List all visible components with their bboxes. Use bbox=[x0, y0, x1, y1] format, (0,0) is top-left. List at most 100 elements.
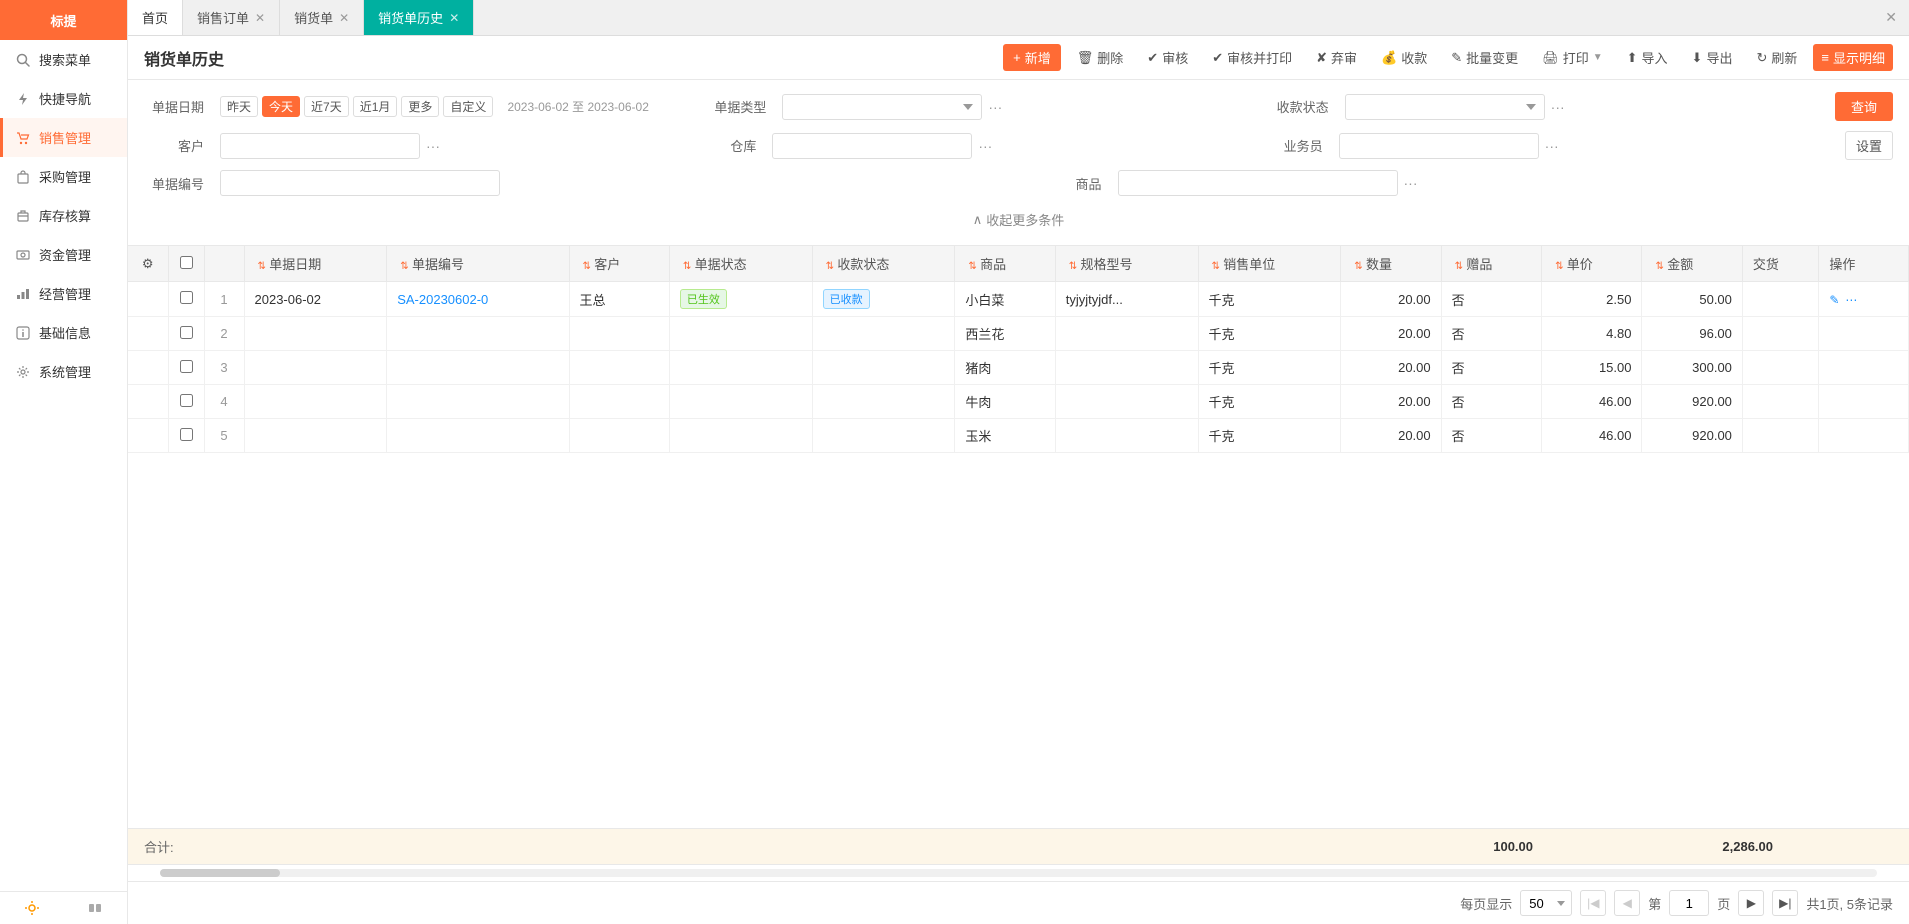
warehouse-input[interactable] bbox=[772, 133, 972, 159]
col-goods-header[interactable]: ⇅ 商品 bbox=[955, 246, 1055, 282]
sidebar-item-quick-nav[interactable]: 快捷导航 bbox=[0, 79, 127, 118]
row-delivery-cell bbox=[1742, 419, 1818, 453]
last-page-btn[interactable]: ▶| bbox=[1772, 890, 1798, 916]
row-date-cell: 2023-06-02 bbox=[244, 282, 387, 317]
tab-home[interactable]: 首页 bbox=[128, 0, 183, 35]
select-all-checkbox[interactable] bbox=[180, 256, 193, 269]
horizontal-scrollbar[interactable] bbox=[128, 864, 1909, 881]
tabs-close-all-btn[interactable]: ✕ bbox=[1873, 9, 1909, 26]
per-page-label: 每页显示 bbox=[1460, 894, 1512, 913]
tab-sales-goods[interactable]: 销货单 ✕ bbox=[280, 0, 364, 35]
show-detail-button[interactable]: ≡ 显示明细 bbox=[1813, 44, 1893, 71]
sidebar-item-inventory[interactable]: 库存核算 bbox=[0, 196, 127, 235]
col-customer-header[interactable]: ⇅ 客户 bbox=[569, 246, 669, 282]
review-print-button[interactable]: ✔ 审核并打印 bbox=[1204, 44, 1300, 71]
row-unit-cell: 千克 bbox=[1198, 385, 1341, 419]
row-date-cell bbox=[244, 419, 387, 453]
collect-button[interactable]: 💰 收款 bbox=[1373, 44, 1435, 71]
col-qty-header[interactable]: ⇅ 数量 bbox=[1341, 246, 1441, 282]
sidebar-item-sales-mgmt[interactable]: 销售管理 bbox=[0, 118, 127, 157]
row-checkbox[interactable] bbox=[180, 291, 193, 304]
sidebar-settings-btn[interactable] bbox=[24, 900, 40, 916]
date-shortcut-yesterday[interactable]: 昨天 bbox=[220, 96, 258, 117]
payment-status-select[interactable] bbox=[1345, 94, 1545, 120]
tab-sales-order[interactable]: 销售订单 ✕ bbox=[183, 0, 280, 35]
batch-change-button[interactable]: ✎ 批量变更 bbox=[1443, 44, 1526, 71]
date-shortcut-7days[interactable]: 近7天 bbox=[304, 96, 349, 117]
col-amount-header[interactable]: ⇅ 金额 bbox=[1642, 246, 1742, 282]
row-date-cell bbox=[244, 385, 387, 419]
doc-type-ellipsis[interactable]: ··· bbox=[988, 99, 1002, 115]
col-unit-header[interactable]: ⇅ 销售单位 bbox=[1198, 246, 1341, 282]
customer-input[interactable] bbox=[220, 133, 420, 159]
sidebar-item-purchase-mgmt[interactable]: 采购管理 bbox=[0, 157, 127, 196]
goods-ellipsis[interactable]: ··· bbox=[1404, 175, 1418, 191]
print-button[interactable]: 🖨 打印 ▼ bbox=[1534, 44, 1610, 71]
col-docno-header[interactable]: ⇅ 单据编号 bbox=[387, 246, 569, 282]
sort-icon-unit: ⇅ bbox=[1212, 261, 1220, 272]
new-button[interactable]: + 新增 bbox=[1003, 44, 1061, 71]
collect-icon: 💰 bbox=[1381, 50, 1397, 66]
goods-input[interactable] bbox=[1118, 170, 1398, 196]
more-row-btn[interactable]: ⋯ bbox=[1845, 293, 1857, 307]
col-gift-header[interactable]: ⇅ 赠品 bbox=[1441, 246, 1541, 282]
review-button[interactable]: ✔ 审核 bbox=[1139, 44, 1196, 71]
per-page-select[interactable]: 50 100 200 bbox=[1520, 890, 1572, 916]
first-page-btn[interactable]: |◀ bbox=[1580, 890, 1606, 916]
warehouse-ellipsis[interactable]: ··· bbox=[978, 138, 992, 154]
row-goods-cell: 玉米 bbox=[955, 419, 1055, 453]
row-checkbox-cell bbox=[168, 385, 204, 419]
edit-row-btn[interactable]: ✎ bbox=[1829, 293, 1839, 307]
col-date-header[interactable]: ⇅ 单据日期 bbox=[244, 246, 387, 282]
tab-close-sales-history[interactable]: ✕ bbox=[449, 11, 459, 25]
sidebar-item-operations[interactable]: 经营管理 bbox=[0, 274, 127, 313]
tab-close-sales-goods[interactable]: ✕ bbox=[339, 11, 349, 25]
col-spec-header[interactable]: ⇅ 规格型号 bbox=[1055, 246, 1198, 282]
row-checkbox[interactable] bbox=[180, 428, 193, 441]
row-checkbox[interactable] bbox=[180, 326, 193, 339]
sidebar-item-system-mgmt[interactable]: 系统管理 bbox=[0, 352, 127, 391]
tab-close-sales-order[interactable]: ✕ bbox=[255, 11, 265, 25]
col-unitprice-header[interactable]: ⇅ 单价 bbox=[1542, 246, 1642, 282]
delete-button[interactable]: 🗑 删除 bbox=[1069, 44, 1132, 71]
date-shortcut-1month[interactable]: 近1月 bbox=[353, 96, 398, 117]
date-shortcut-more[interactable]: 更多 bbox=[401, 96, 439, 117]
row-unit-cell: 千克 bbox=[1198, 317, 1341, 351]
col-settings[interactable]: ⚙ bbox=[128, 246, 168, 282]
refresh-button[interactable]: ↻ 刷新 bbox=[1748, 44, 1805, 71]
col-paymentstatus-header[interactable]: ⇅ 收款状态 bbox=[812, 246, 955, 282]
doc-no-input[interactable] bbox=[220, 170, 500, 196]
sidebar-item-base-info[interactable]: 基础信息 bbox=[0, 313, 127, 352]
settings-button[interactable]: 设置 bbox=[1845, 131, 1893, 160]
sidebar-item-finance[interactable]: 资金管理 bbox=[0, 235, 127, 274]
import-button[interactable]: ⬆ 导入 bbox=[1619, 44, 1676, 71]
row-checkbox[interactable] bbox=[180, 360, 193, 373]
row-checkbox[interactable] bbox=[180, 394, 193, 407]
settings-gear-icon[interactable]: ⚙ bbox=[142, 256, 154, 271]
sidebar-item-search-menu[interactable]: 搜索菜单 bbox=[0, 40, 127, 79]
query-button[interactable]: 查询 bbox=[1835, 92, 1893, 121]
next-page-btn[interactable]: ▶ bbox=[1738, 890, 1764, 916]
info-icon bbox=[15, 325, 31, 341]
row-unitprice-cell: 46.00 bbox=[1542, 419, 1642, 453]
sort-icon-docstatus: ⇅ bbox=[683, 261, 691, 272]
collapse-filter-btn[interactable]: ∧ 收起更多条件 bbox=[969, 206, 1069, 233]
prev-page-btn[interactable]: ◀ bbox=[1614, 890, 1640, 916]
status-badge: 已生效 bbox=[680, 289, 727, 309]
export-button[interactable]: ⬇ 导出 bbox=[1684, 44, 1741, 71]
page-number-input[interactable] bbox=[1669, 890, 1709, 916]
date-shortcut-custom[interactable]: 自定义 bbox=[443, 96, 493, 117]
customer-ellipsis[interactable]: ··· bbox=[426, 138, 440, 154]
row-goods-cell: 猪肉 bbox=[955, 351, 1055, 385]
sidebar-collapse-btn[interactable] bbox=[87, 900, 103, 916]
payment-status-ellipsis[interactable]: ··· bbox=[1551, 99, 1565, 115]
col-docstatus-header[interactable]: ⇅ 单据状态 bbox=[669, 246, 812, 282]
agent-ellipsis[interactable]: ··· bbox=[1545, 138, 1559, 154]
agent-input[interactable] bbox=[1339, 133, 1539, 159]
doc-type-select[interactable] bbox=[782, 94, 982, 120]
abandon-button[interactable]: ✘ 弃审 bbox=[1308, 44, 1365, 71]
row-settings-cell bbox=[128, 385, 168, 419]
sort-icon-amount: ⇅ bbox=[1655, 261, 1663, 272]
date-shortcut-today[interactable]: 今天 bbox=[262, 96, 300, 117]
tab-sales-history[interactable]: 销货单历史 ✕ bbox=[364, 0, 474, 35]
